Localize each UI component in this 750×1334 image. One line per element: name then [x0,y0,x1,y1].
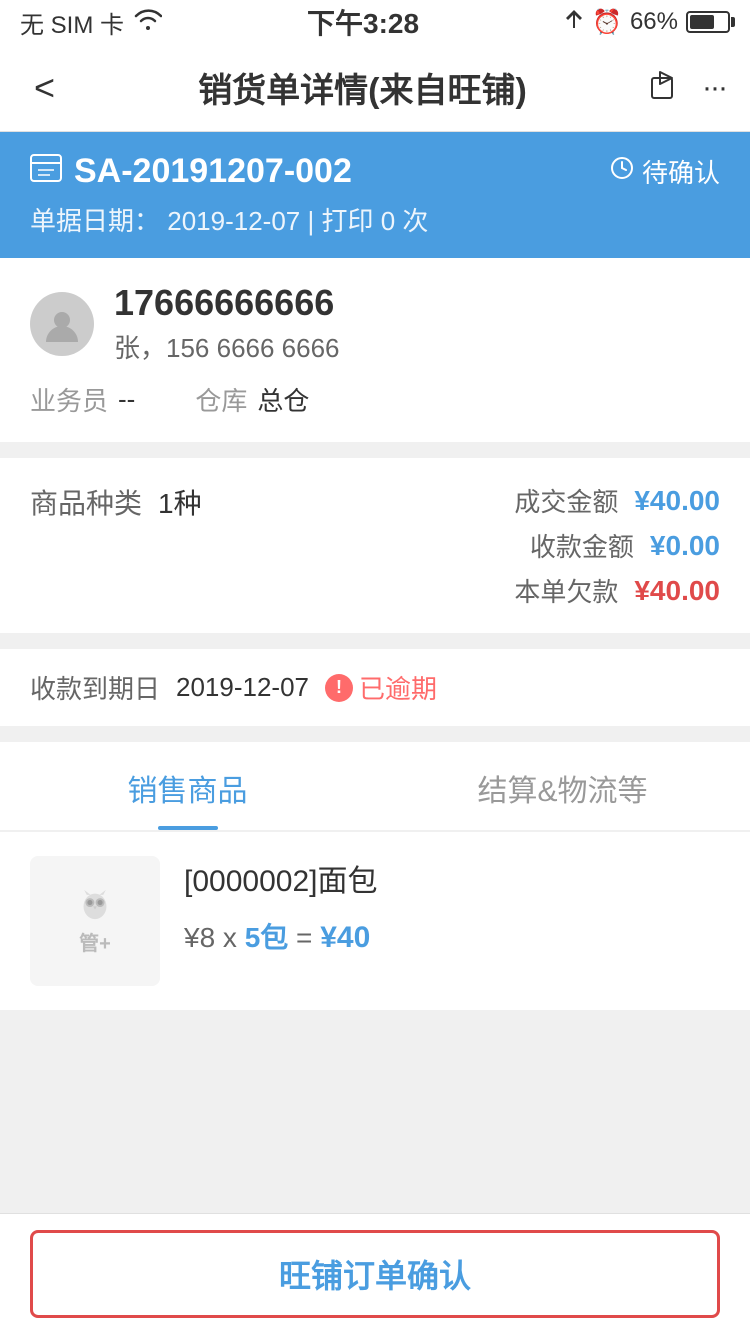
product-type-row: 商品种类 1种 [30,482,202,522]
overdue-icon: ! [325,674,353,702]
nav-actions: ··· [650,68,726,108]
status-left: 无 SIM 卡 [20,5,162,40]
overdue-badge: ! 已逾期 [325,669,437,706]
order-date-row: 单据日期： 2019-12-07 | 打印 0 次 [30,201,720,238]
clock-icon [610,156,634,187]
wifi-icon [134,8,162,37]
battery-icon [686,11,730,33]
status-time: 下午3:28 [307,2,419,42]
order-status: 待确认 [610,153,720,190]
alarm-icon: ⏰ [592,8,622,37]
unpaid-amount-value: ¥40.00 [634,575,720,607]
brand-label: 管+ [79,927,111,956]
collected-amount-label: 收款金额 [530,527,634,564]
page-title: 销货单详情(来自旺铺) [75,63,650,112]
tab-products[interactable]: 销售商品 [0,742,375,830]
battery-percentage: 66% [630,8,678,36]
nav-bar: < 销货单详情(来自旺铺) ··· [0,44,750,132]
product-type-label: 商品种类 [30,482,142,522]
status-bar: 无 SIM 卡 下午3:28 ⏰ 66% [0,0,750,44]
tabs-row: 销售商品 结算&物流等 [0,742,750,832]
status-text: 待确认 [642,153,720,190]
customer-info: 17666666666 张，156 6666 6666 [114,282,340,365]
product-item: 管+ [0000002]面包 ¥8 x 5包 = ¥40 [30,856,720,986]
confirm-button[interactable]: 旺铺订单确认 [30,1230,720,1318]
customer-row: 17666666666 张，156 6666 6666 [30,282,720,365]
avatar [30,292,94,356]
overdue-text: 已逾期 [359,669,437,706]
product-quantity: 5包 [245,922,289,953]
share-icon[interactable] [650,68,682,108]
order-id-row: SA-20191207-002 待确认 [30,152,720,191]
sales-rep-item: 业务员 -- [30,381,135,418]
product-price-row: ¥8 x 5包 = ¥40 [184,916,720,956]
order-header: SA-20191207-002 待确认 单据日期： 2019-12-07 | 打… [0,132,750,258]
order-id: SA-20191207-002 [30,152,352,191]
product-total: ¥40 [320,921,370,954]
warehouse-item: 仓库 总仓 [195,381,309,418]
transaction-amount-value: ¥40.00 [634,485,720,517]
warehouse-value: 总仓 [257,381,309,418]
tab-settlement[interactable]: 结算&物流等 [375,742,750,830]
customer-name: 张，156 6666 6666 [114,328,340,365]
sales-rep-value: -- [118,384,135,415]
tabs-section: 销售商品 结算&物流等 [0,742,750,832]
warehouse-label: 仓库 [195,381,247,418]
summary-section: 商品种类 1种 成交金额 ¥40.00 收款金额 ¥0.00 本单欠款 ¥40.… [0,458,750,633]
product-section: 管+ [0000002]面包 ¥8 x 5包 = ¥40 [0,832,750,1010]
customer-phone: 17666666666 [114,282,340,324]
product-name: [0000002]面包 [184,856,720,900]
bottom-bar: 旺铺订单确认 [0,1213,750,1334]
product-info: [0000002]面包 ¥8 x 5包 = ¥40 [184,856,720,956]
order-id-icon [30,152,62,191]
back-button[interactable]: < [24,57,65,119]
product-image: 管+ [30,856,160,986]
customer-section: 17666666666 张，156 6666 6666 业务员 -- 仓库 总仓 [0,258,750,442]
unpaid-amount-row: 本单欠款 ¥40.00 [514,572,720,609]
collected-amount-row: 收款金额 ¥0.00 [530,527,720,564]
customer-meta: 业务员 -- 仓库 总仓 [30,381,720,418]
status-right: ⏰ 66% [564,8,730,37]
due-date-section: 收款到期日 2019-12-07 ! 已逾期 [0,649,750,726]
due-date-value: 2019-12-07 [176,672,309,703]
product-type-value: 1种 [158,482,202,522]
carrier-text: 无 SIM 卡 [20,5,124,40]
collected-amount-value: ¥0.00 [650,530,720,562]
summary-left: 商品种类 1种 [30,482,202,528]
sales-rep-label: 业务员 [30,381,108,418]
due-date-label: 收款到期日 [30,669,160,706]
transaction-amount-label: 成交金额 [514,482,618,519]
summary-right: 成交金额 ¥40.00 收款金额 ¥0.00 本单欠款 ¥40.00 [514,482,720,609]
transaction-amount-row: 成交金额 ¥40.00 [514,482,720,519]
more-button[interactable]: ··· [702,71,726,105]
unpaid-amount-label: 本单欠款 [514,572,618,609]
location-icon [564,8,584,37]
